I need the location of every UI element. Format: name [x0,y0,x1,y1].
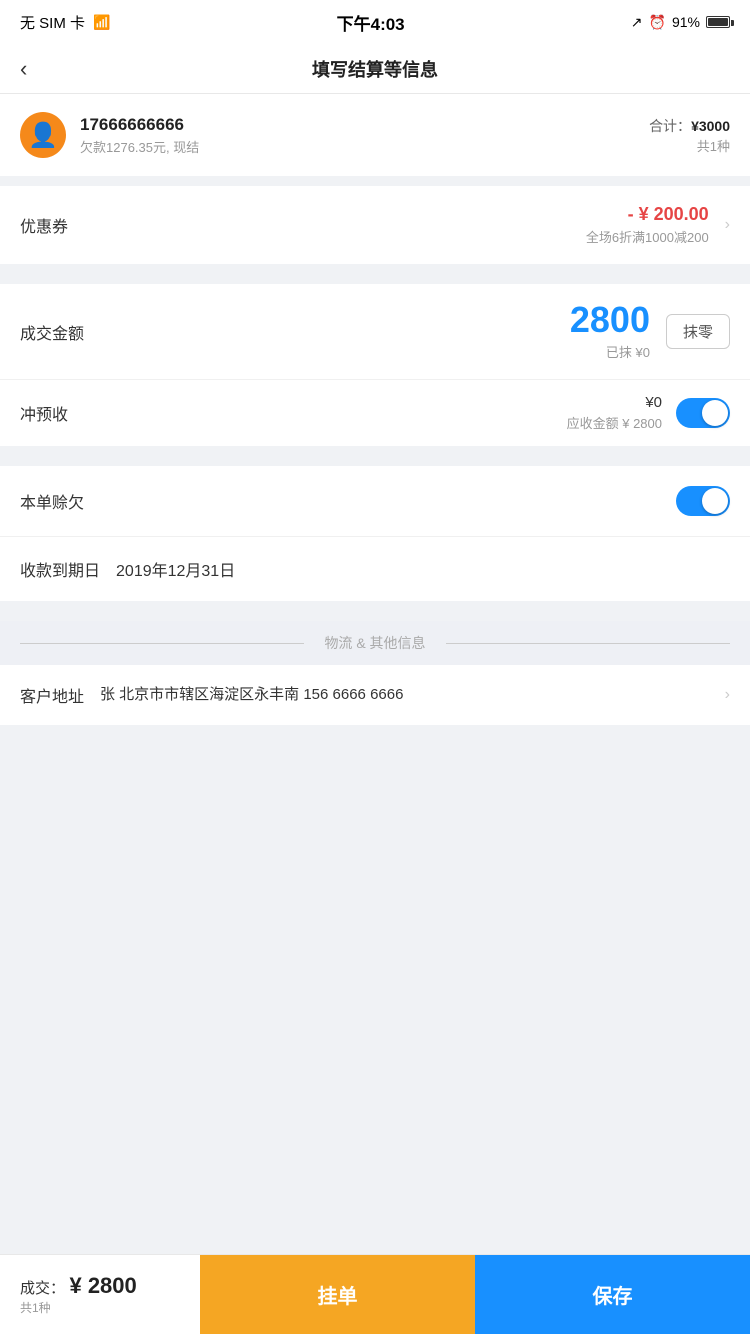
coupon-desc: 全场6折满1000减200 [586,227,709,246]
total-label: 合计：¥3000 [649,116,730,136]
hang-button[interactable]: 挂单 [200,1255,475,1334]
coupon-chevron-icon: › [725,216,730,234]
nav-title: 填写结算等信息 [312,56,438,82]
content-area: 👤 17666666666 欠款1276.35元, 现结 合计：¥3000 共1… [0,94,750,935]
customer-phone: 17666666666 [80,115,199,135]
divider-3 [0,611,750,621]
coupon-value-wrap: - ¥ 200.00 全场6折满1000减200 [586,204,709,246]
due-date-value: 2019年12月31日 [116,557,235,581]
debt-card: 本单赊欠 收款到期日 2019年12月31日 [0,466,750,601]
avatar: 👤 [20,112,66,158]
coupon-row[interactable]: 优惠券 - ¥ 200.00 全场6折满1000减200 › [0,186,750,264]
coupon-card[interactable]: 优惠券 - ¥ 200.00 全场6折满1000减200 › [0,186,750,264]
coupon-discount: - ¥ 200.00 [628,204,709,225]
deal-amount-sub: 已抹 ¥0 [606,342,650,361]
chong-sub: 应收金额 ¥ 2800 [567,413,662,432]
chong-value-group: ¥0 应收金额 ¥ 2800 [567,394,662,432]
chong-yushou-row: 冲预收 ¥0 应收金额 ¥ 2800 [0,379,750,446]
bottom-deal-amount: ¥ 2800 [69,1273,136,1298]
chong-label: 冲预收 [20,401,68,425]
divider-line-right [446,643,730,644]
avatar-icon: 👤 [28,121,58,150]
customer-sub: 欠款1276.35元, 现结 [80,137,199,156]
customer-card: 👤 17666666666 欠款1276.35元, 现结 合计：¥3000 共1… [0,94,750,176]
bottom-info: 成交： ¥ 2800 共1种 [0,1273,200,1316]
address-chevron-icon: › [725,686,730,704]
divider-1 [0,274,750,284]
debt-label: 本单赊欠 [20,489,84,513]
status-right: ↗ ⏰ 91% [631,14,730,31]
coupon-right: - ¥ 200.00 全场6折满1000减200 › [586,204,730,246]
chong-amount: ¥0 [645,394,662,411]
debt-row: 本单赊欠 [0,466,750,536]
divider-line-left [20,643,304,644]
amount-section: 成交金额 2800 已抹 ¥0 抹零 冲预收 ¥0 应收金额 ¥ 2800 [0,284,750,446]
sim-label: 无 SIM 卡 [20,12,85,33]
logistics-divider-text: 物流 & 其他信息 [324,633,425,653]
battery-percent: 91% [672,14,700,30]
due-date-row: 收款到期日 2019年12月31日 [0,536,750,601]
back-button[interactable]: ‹ [20,56,27,82]
customer-right: 合计：¥3000 共1种 [649,116,730,155]
customer-info: 17666666666 欠款1276.35元, 现结 [80,115,199,156]
alarm-icon: ⏰ [649,14,666,31]
debt-toggle[interactable] [676,486,730,516]
deal-amount-label: 成交金额 [20,320,84,344]
save-button[interactable]: 保存 [475,1255,750,1334]
bottom-bar: 成交： ¥ 2800 共1种 挂单 保存 [0,1254,750,1334]
deal-amount-value: 2800 [570,302,650,338]
customer-left: 👤 17666666666 欠款1276.35元, 现结 [20,112,199,158]
address-value: 张 北京市市辖区海淀区永丰南 156 6666 6666 [100,684,707,707]
address-label: 客户地址 [20,683,90,707]
battery-icon [706,16,730,28]
due-date-label: 收款到期日 [20,557,100,581]
coupon-label: 优惠券 [20,213,100,237]
customer-row: 👤 17666666666 欠款1276.35元, 现结 合计：¥3000 共1… [0,94,750,176]
bottom-spacer [0,725,750,845]
divider-2 [0,456,750,466]
round-button[interactable]: 抹零 [666,314,730,349]
bottom-deal-count: 共1种 [20,1299,180,1316]
total-count: 共1种 [649,136,730,155]
status-time: 下午4:03 [337,10,405,35]
status-bar: 无 SIM 卡 📶 下午4:03 ↗ ⏰ 91% [0,0,750,44]
bottom-deal-label: 成交： [20,1280,65,1297]
deal-amount-row: 成交金额 2800 已抹 ¥0 抹零 [0,284,750,379]
deal-amount-value-group: 2800 已抹 ¥0 [570,302,650,361]
status-left: 无 SIM 卡 📶 [20,12,110,33]
chong-toggle[interactable] [676,398,730,428]
deal-amount-right: 2800 已抹 ¥0 抹零 [570,302,730,361]
location-icon: ↗ [631,14,643,31]
wifi-icon: 📶 [93,14,110,31]
bottom-deal-line: 成交： ¥ 2800 [20,1273,180,1299]
chong-right: ¥0 应收金额 ¥ 2800 [567,394,730,432]
address-row[interactable]: 客户地址 张 北京市市辖区海淀区永丰南 156 6666 6666 › [0,665,750,725]
logistics-divider: 物流 & 其他信息 [0,621,750,665]
nav-bar: ‹ 填写结算等信息 [0,44,750,94]
